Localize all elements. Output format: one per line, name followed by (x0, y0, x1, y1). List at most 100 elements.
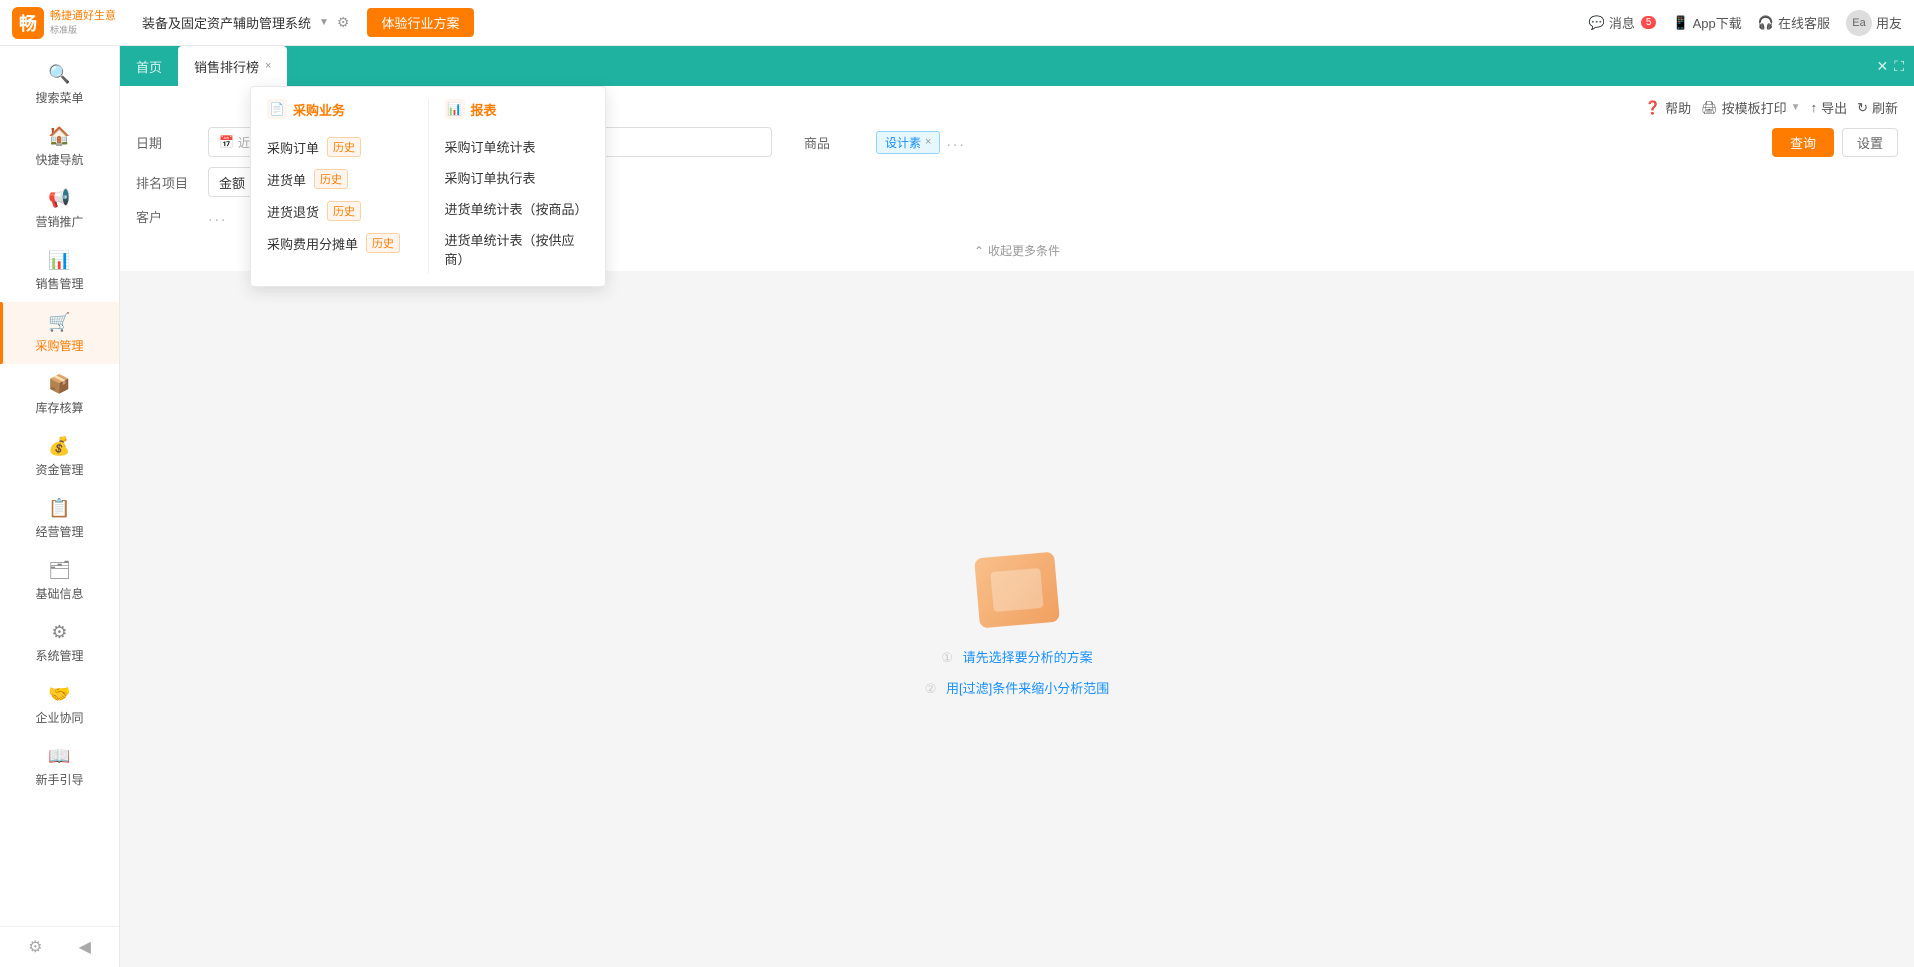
sidebar-item-purchase[interactable]: 🛒 采购管理 (0, 302, 119, 364)
user-area[interactable]: Ea 用友 (1846, 10, 1902, 36)
print-tpl-btn[interactable]: 🖨 按模板打印 ▼ (1701, 98, 1800, 117)
tab-close-window-icon[interactable]: ✕ (1876, 58, 1888, 75)
logo-text-area: 畅捷通好生意 标准版 (50, 9, 116, 36)
customer-label: 客户 (136, 207, 196, 226)
empty-hint-1-text: 请先选择要分析的方案 (963, 650, 1093, 665)
collapse-up-icon: ⌃ (974, 244, 984, 258)
sidebar-label-marketing: 营销推广 (35, 213, 83, 230)
rank-value-text: 金额 (219, 173, 245, 192)
app-download-btn[interactable]: 📱 App下载 (1672, 13, 1741, 32)
dropdown-item-goods-receipt[interactable]: 进货单 历史 (267, 163, 412, 195)
tab-sales-rank-label: 销售排行榜 (194, 57, 259, 76)
dropdown-item-order-exec[interactable]: 采购订单执行表 (445, 162, 590, 193)
sidebar-item-basicinfo[interactable]: 🗂 基础信息 (0, 550, 119, 612)
goods-receipt-history[interactable]: 历史 (314, 169, 348, 189)
sidebar-label-inventory: 库存核算 (35, 399, 83, 416)
sidebar-collapse-icon[interactable]: ◀ (79, 937, 91, 957)
settings-btn[interactable]: 设置 (1842, 128, 1898, 157)
message-label: 消息 (1609, 13, 1635, 32)
sidebar-item-sales[interactable]: 📊 销售管理 (0, 240, 119, 302)
help-label: 帮助 (1665, 98, 1691, 117)
goods-return-history[interactable]: 历史 (327, 201, 361, 221)
logo-sub: 标准版 (50, 23, 116, 36)
username-label: 用友 (1876, 13, 1902, 32)
sidebar-item-operations[interactable]: 📋 经营管理 (0, 488, 119, 550)
sidebar-item-finance[interactable]: 💰 资金管理 (0, 426, 119, 488)
industry-btn[interactable]: 体验行业方案 (367, 8, 473, 37)
system-name-dropdown-arrow[interactable]: ▼ (319, 17, 329, 28)
cart-icon: 🛒 (48, 312, 70, 333)
app-download-label: App下载 (1693, 13, 1742, 32)
online-service-btn[interactable]: 🎧 在线客服 (1758, 13, 1830, 32)
sidebar-label-purchase: 采购管理 (35, 337, 83, 354)
dropdown-item-receipt-stats-goods[interactable]: 进货单统计表（按商品） (445, 193, 590, 224)
message-btn[interactable]: 💬 消息 5 (1589, 13, 1657, 32)
export-icon: ↑ (1811, 100, 1818, 115)
sidebar-item-system[interactable]: ⚙ 系统管理 (0, 612, 119, 674)
sidebar-item-quicknav[interactable]: 🏠 快捷导航 (0, 116, 119, 178)
tab-sales-rank[interactable]: 销售排行榜 × (178, 46, 287, 86)
customer-dots[interactable]: ... (208, 208, 227, 226)
top-header: 畅 畅捷通好生意 标准版 装备及固定资产辅助管理系统 ▼ ⚙ 体验行业方案 💬 … (0, 0, 1914, 46)
purchase-expense-history[interactable]: 历史 (366, 233, 400, 253)
handshake-icon: 🤝 (48, 684, 70, 705)
folder-icon: 🗂 (48, 560, 71, 581)
sidebar-label-finance: 资金管理 (35, 461, 83, 478)
dropdown-col-report-title: 📊 报表 (445, 99, 590, 119)
sidebar-item-enterprise[interactable]: 🤝 企业协同 (0, 674, 119, 736)
sidebar-label-basicinfo: 基础信息 (35, 585, 83, 602)
box-icon: 📦 (48, 374, 70, 395)
sidebar: 🔍 搜索菜单 🏠 快捷导航 📢 营销推广 📊 销售管理 🛒 采购管理 📦 库存核… (0, 46, 120, 967)
goods-tag-remove[interactable]: × (925, 136, 931, 148)
gear-icon[interactable]: ⚙ (337, 14, 350, 31)
dropdown-col-report: 📊 报表 采购订单统计表 采购订单执行表 进货单统计表（按商品） 进货单统计表（… (428, 99, 606, 274)
purchase-dropdown: 📄 采购业务 采购订单 历史 进货单 历史 进货退货 历史 采购费用分摊单 (250, 86, 606, 287)
sidebar-item-marketing[interactable]: 📢 营销推广 (0, 178, 119, 240)
content-area: 首页 销售排行榜 × ✕ ⛶ ❓ 帮助 (120, 46, 1914, 967)
dropdown-item-receipt-stats-supplier[interactable]: 进货单统计表（按供应商） (445, 224, 590, 274)
print-arrow-icon: ▼ (1791, 102, 1801, 113)
sidebar-item-inventory[interactable]: 📦 库存核算 (0, 364, 119, 426)
headset-icon: 🎧 (1758, 15, 1774, 31)
tab-bar-right: ✕ ⛶ (1876, 58, 1914, 75)
sidebar-label-system: 系统管理 (35, 647, 83, 664)
query-btn[interactable]: 查询 (1772, 128, 1834, 157)
dropdown-item-order-stats[interactable]: 采购订单统计表 (445, 131, 590, 162)
book-icon: 📖 (48, 746, 70, 767)
system-name-text: 装备及固定资产辅助管理系统 (142, 13, 311, 32)
sidebar-item-newbie[interactable]: 📖 新手引导 (0, 736, 119, 798)
empty-hint-2: ② 用[过滤]条件来缩小分析范围 (925, 678, 1110, 697)
receipt-stats-supplier-label: 进货单统计表（按供应商） (445, 230, 590, 268)
header-right: 💬 消息 5 📱 App下载 🎧 在线客服 Ea 用友 (1589, 10, 1902, 36)
megaphone-icon: 📢 (48, 188, 70, 209)
online-service-label: 在线客服 (1778, 13, 1830, 32)
logo-char: 畅 (19, 10, 37, 36)
sidebar-settings-icon[interactable]: ⚙ (28, 937, 42, 957)
export-btn[interactable]: ↑ 导出 (1811, 98, 1848, 117)
tab-maximize-icon[interactable]: ⛶ (1894, 58, 1904, 75)
purchase-order-history[interactable]: 历史 (327, 137, 361, 157)
message-badge: 5 (1641, 16, 1657, 29)
goods-label: 商品 (804, 133, 864, 152)
dropdown-item-goods-return[interactable]: 进货退货 历史 (267, 195, 412, 227)
sidebar-label-sales: 销售管理 (35, 275, 83, 292)
logo-text: 畅捷通好生意 (50, 9, 116, 23)
dropdown-col-report-label: 报表 (471, 100, 497, 119)
print-tpl-label: 按模板打印 (1722, 98, 1787, 117)
tab-home[interactable]: 首页 (120, 46, 178, 86)
collapse-label: 收起更多条件 (988, 242, 1060, 259)
dropdown-item-purchase-expense[interactable]: 采购费用分摊单 历史 (267, 227, 412, 259)
goods-receipt-label: 进货单 (267, 170, 306, 189)
tab-close-icon[interactable]: × (265, 60, 271, 72)
date-label: 日期 (136, 133, 196, 152)
sidebar-item-search[interactable]: 🔍 搜索菜单 (0, 54, 119, 116)
goods-dots[interactable]: ... (946, 133, 965, 151)
refresh-btn[interactable]: ↻ 刷新 (1857, 98, 1898, 117)
help-btn[interactable]: ❓ 帮助 (1645, 98, 1691, 117)
goods-filter-area: 设计素 × ... (876, 131, 966, 154)
rank-label: 排名项目 (136, 173, 196, 192)
chart-icon: 📊 (48, 250, 70, 271)
dropdown-item-purchase-order[interactable]: 采购订单 历史 (267, 131, 412, 163)
goods-tag[interactable]: 设计素 × (876, 131, 940, 154)
export-label: 导出 (1821, 98, 1847, 117)
